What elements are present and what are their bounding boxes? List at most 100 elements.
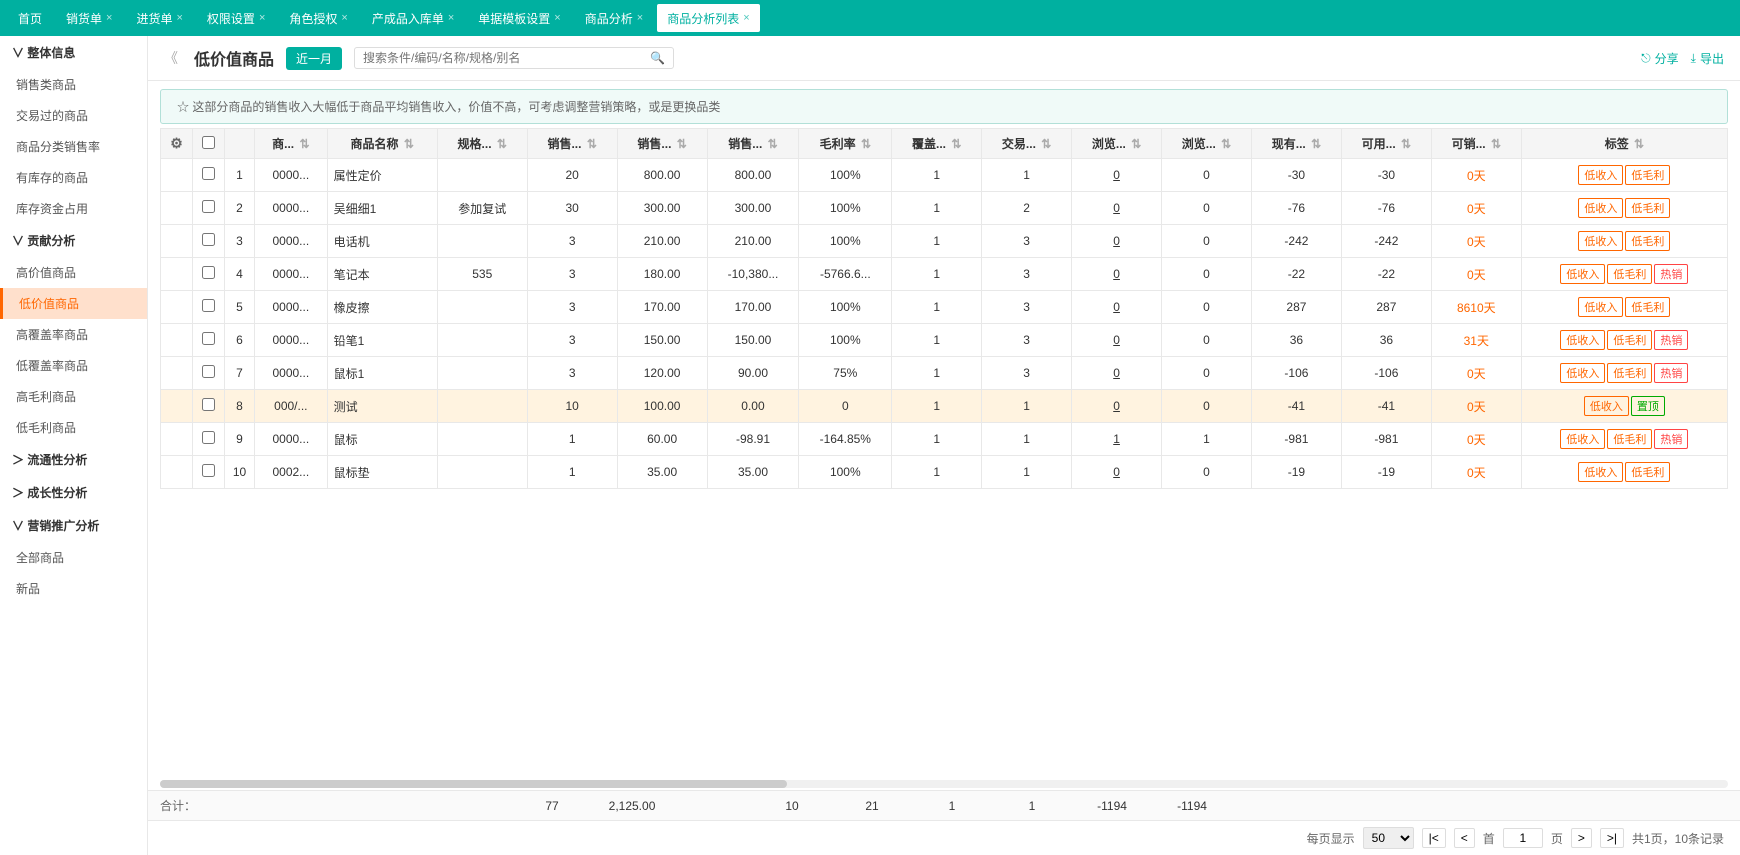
col-coverage[interactable]: 覆盖... ⇅	[892, 129, 982, 159]
browse-link[interactable]: 0	[1113, 366, 1120, 380]
sidebar-item-high-margin[interactable]: 高毛利商品	[0, 381, 147, 412]
col-sales3[interactable]: 销售... ⇅	[707, 129, 799, 159]
row-browse1[interactable]: 0	[1072, 291, 1162, 324]
row-checkbox[interactable]	[193, 192, 225, 225]
row-select-checkbox[interactable]	[202, 299, 215, 312]
nav-product-analysis[interactable]: 商品分析 ×	[575, 4, 653, 32]
close-icon[interactable]: ×	[554, 12, 560, 24]
close-icon[interactable]: ×	[743, 12, 749, 24]
col-available[interactable]: 可用... ⇅	[1341, 129, 1431, 159]
browse-link[interactable]: 0	[1113, 465, 1120, 479]
row-checkbox[interactable]	[193, 225, 225, 258]
nav-purchase-order[interactable]: 进货单 ×	[126, 4, 192, 32]
browse-link[interactable]: 0	[1113, 234, 1120, 248]
page-size-select[interactable]: 50 100 200	[1363, 827, 1414, 849]
browse-link[interactable]: 0	[1113, 333, 1120, 347]
sidebar-group-circulation[interactable]: ＞ 流通性分析	[0, 443, 147, 476]
first-page-button[interactable]: |<	[1422, 828, 1446, 848]
row-browse1[interactable]: 0	[1072, 357, 1162, 390]
settings-icon[interactable]: ⚙	[170, 135, 183, 151]
col-browse2[interactable]: 浏览... ⇅	[1162, 129, 1252, 159]
col-sellable[interactable]: 可销... ⇅	[1431, 129, 1521, 159]
row-select-checkbox[interactable]	[202, 464, 215, 477]
col-num[interactable]	[225, 129, 255, 159]
col-spec[interactable]: 规格... ⇅	[437, 129, 527, 159]
row-browse1[interactable]: 0	[1072, 159, 1162, 192]
browse-link[interactable]: 0	[1113, 168, 1120, 182]
sidebar-item-low-value[interactable]: 低价值商品	[0, 288, 147, 319]
export-button[interactable]: ⤓ 导出	[1691, 50, 1724, 67]
nav-production-order[interactable]: 产成品入库单 ×	[362, 4, 464, 32]
horizontal-scrollbar[interactable]	[160, 780, 1728, 788]
col-tags[interactable]: 标签 ⇅	[1521, 129, 1727, 159]
search-icon[interactable]: 🔍	[650, 51, 665, 65]
row-checkbox[interactable]	[193, 258, 225, 291]
row-checkbox[interactable]	[193, 324, 225, 357]
browse-link[interactable]: 0	[1113, 267, 1120, 281]
browse-link[interactable]: 0	[1113, 399, 1120, 413]
table-area[interactable]: ⚙ 商... ⇅ 商品名称 ⇅ 规格... ⇅ 销售... ⇅ 销售... ⇅ …	[148, 128, 1740, 778]
nav-home[interactable]: 首页	[8, 4, 52, 32]
row-browse1[interactable]: 0	[1072, 192, 1162, 225]
row-browse1[interactable]: 0	[1072, 258, 1162, 291]
row-checkbox[interactable]	[193, 423, 225, 456]
prev-page-button[interactable]: <	[1454, 828, 1475, 848]
sidebar-item-stock-capital[interactable]: 库存资金占用	[0, 193, 147, 224]
filter-recent-month-button[interactable]: 近一月	[286, 47, 342, 70]
sidebar-item-stocked-products[interactable]: 有库存的商品	[0, 162, 147, 193]
row-select-checkbox[interactable]	[202, 332, 215, 345]
nav-product-analysis-list[interactable]: 商品分析列表 ×	[657, 4, 759, 32]
col-sales1[interactable]: 销售... ⇅	[527, 129, 617, 159]
close-icon[interactable]: ×	[341, 12, 347, 24]
search-box[interactable]: 🔍	[354, 47, 674, 69]
col-checkbox[interactable]	[193, 129, 225, 159]
row-browse1[interactable]: 0	[1072, 456, 1162, 489]
row-browse1[interactable]: 0	[1072, 324, 1162, 357]
sidebar-item-new-products[interactable]: 新品	[0, 573, 147, 604]
last-page-button[interactable]: >|	[1600, 828, 1624, 848]
collapse-button[interactable]: 《	[164, 48, 178, 68]
row-checkbox[interactable]	[193, 390, 225, 423]
close-icon[interactable]: ×	[176, 12, 182, 24]
row-browse1[interactable]: 0	[1072, 225, 1162, 258]
col-code[interactable]: 商... ⇅	[255, 129, 328, 159]
col-name[interactable]: 商品名称 ⇅	[327, 129, 437, 159]
col-trade[interactable]: 交易... ⇅	[982, 129, 1072, 159]
sidebar-item-all-products[interactable]: 全部商品	[0, 542, 147, 573]
sidebar-group-marketing[interactable]: ∨ 营销推广分析	[0, 509, 147, 542]
browse-link[interactable]: 0	[1113, 201, 1120, 215]
row-checkbox[interactable]	[193, 456, 225, 489]
col-browse1[interactable]: 浏览... ⇅	[1072, 129, 1162, 159]
nav-role-auth[interactable]: 角色授权 ×	[279, 4, 357, 32]
sidebar-item-category-sales-rate[interactable]: 商品分类销售率	[0, 131, 147, 162]
close-icon[interactable]: ×	[106, 12, 112, 24]
scrollbar-thumb[interactable]	[160, 780, 787, 788]
sidebar-item-traded-products[interactable]: 交易过的商品	[0, 100, 147, 131]
browse-link[interactable]: 1	[1113, 432, 1120, 446]
sidebar-item-low-coverage[interactable]: 低覆盖率商品	[0, 350, 147, 381]
nav-sales-order[interactable]: 销货单 ×	[56, 4, 122, 32]
close-icon[interactable]: ×	[448, 12, 454, 24]
row-checkbox[interactable]	[193, 159, 225, 192]
col-stock[interactable]: 现有... ⇅	[1251, 129, 1341, 159]
row-select-checkbox[interactable]	[202, 200, 215, 213]
nav-permission[interactable]: 权限设置 ×	[197, 4, 275, 32]
col-settings[interactable]: ⚙	[161, 129, 193, 159]
select-all-checkbox[interactable]	[202, 136, 215, 149]
browse-link[interactable]: 0	[1113, 300, 1120, 314]
row-select-checkbox[interactable]	[202, 167, 215, 180]
row-checkbox[interactable]	[193, 291, 225, 324]
close-icon[interactable]: ×	[259, 12, 265, 24]
row-browse1[interactable]: 0	[1072, 390, 1162, 423]
row-select-checkbox[interactable]	[202, 398, 215, 411]
row-select-checkbox[interactable]	[202, 266, 215, 279]
close-icon[interactable]: ×	[637, 12, 643, 24]
search-input[interactable]	[363, 51, 650, 65]
sidebar-group-overview[interactable]: ∨ 整体信息	[0, 36, 147, 69]
row-checkbox[interactable]	[193, 357, 225, 390]
col-margin[interactable]: 毛利率 ⇅	[799, 129, 892, 159]
next-page-button[interactable]: >	[1571, 828, 1592, 848]
share-button[interactable]: ⎋ 分享	[1641, 50, 1679, 67]
sidebar-item-high-value[interactable]: 高价值商品	[0, 257, 147, 288]
row-select-checkbox[interactable]	[202, 431, 215, 444]
